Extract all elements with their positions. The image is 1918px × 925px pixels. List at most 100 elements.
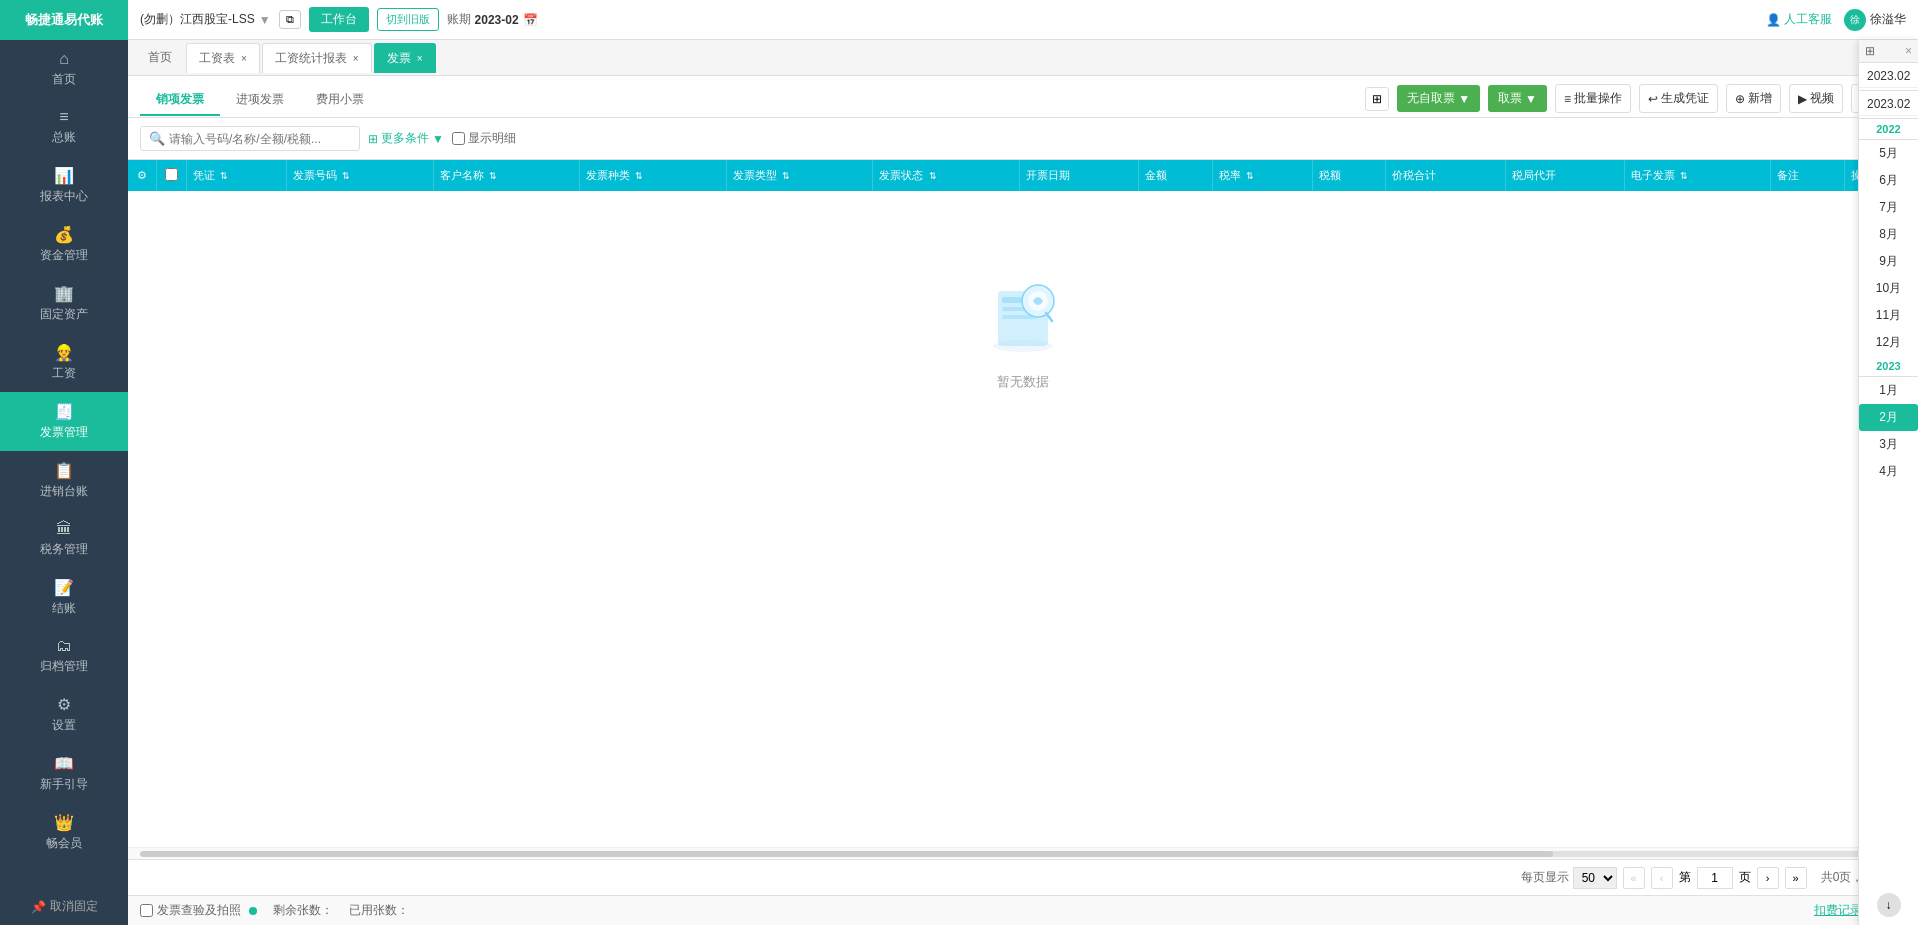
subtab-sales-invoice[interactable]: 销项发票	[140, 85, 220, 116]
tax-button[interactable]: 取票 ▼	[1488, 85, 1547, 112]
workspace-button[interactable]: 工作台	[309, 7, 369, 32]
gen-voucher-button[interactable]: ↩ 生成凭证	[1639, 84, 1718, 113]
month-2022-11[interactable]: 11月	[1859, 302, 1918, 329]
unpin-button[interactable]: 📌 取消固定	[0, 888, 128, 925]
sidebar-item-reports[interactable]: 📊 报表中心	[0, 156, 128, 215]
date-panel-scroll-down[interactable]: ↓	[1877, 893, 1901, 917]
date-panel-close-btn[interactable]: ×	[1905, 44, 1912, 58]
tab-payroll-label: 工资表	[199, 50, 235, 67]
sidebar-item-close[interactable]: 📝 结账	[0, 568, 128, 627]
invoice-category-sort-icon[interactable]: ⇅	[782, 171, 790, 181]
tax-rate-sort-icon[interactable]: ⇅	[1246, 171, 1254, 181]
show-detail-checkbox[interactable]	[452, 132, 465, 145]
invoice-check-label[interactable]: 发票查验及拍照	[140, 902, 257, 919]
batch-op-button[interactable]: ≡ 批量操作	[1555, 84, 1631, 113]
calendar-icon[interactable]: 📅	[523, 13, 538, 27]
sidebar-item-finance[interactable]: 💰 资金管理	[0, 215, 128, 274]
year-2022-label: 2022	[1859, 119, 1918, 140]
page-input[interactable]	[1697, 867, 1733, 889]
date-recent-2[interactable]: 2023.02	[1859, 91, 1918, 119]
col-settings[interactable]: ⚙	[128, 160, 156, 191]
sidebar-item-invoice[interactable]: 🧾 发票管理	[0, 392, 128, 451]
date-item-2[interactable]: 2023.02	[1859, 93, 1918, 116]
grid-view-button[interactable]: ⊞	[1365, 87, 1389, 111]
month-2023-3[interactable]: 3月	[1859, 431, 1918, 458]
company-selector[interactable]: (勿删）江西股宝-LSS ▼	[140, 11, 271, 28]
filter-label: 更多条件	[381, 130, 429, 147]
sidebar-item-assets[interactable]: 🏢 固定资产	[0, 274, 128, 333]
month-2023-4[interactable]: 4月	[1859, 458, 1918, 485]
invoice-check-checkbox[interactable]	[140, 904, 153, 917]
add-record-link[interactable]: 扣费记录	[1814, 902, 1862, 919]
per-page-select[interactable]: 50	[1573, 867, 1617, 889]
search-input[interactable]	[169, 132, 339, 146]
month-2022-12[interactable]: 12月	[1859, 329, 1918, 356]
month-2022-5[interactable]: 5月	[1859, 140, 1918, 167]
subtab-purchase-invoice[interactable]: 进项发票	[220, 85, 300, 116]
search-box[interactable]: 🔍	[140, 126, 360, 151]
tab-invoice[interactable]: 发票 ×	[374, 43, 436, 73]
voucher-sort-icon[interactable]: ⇅	[220, 171, 228, 181]
tab-invoice-close[interactable]: ×	[417, 53, 423, 64]
check-status-dot	[249, 907, 257, 915]
support-icon: 👤	[1766, 13, 1781, 27]
date-panel-expand-icon[interactable]: ⊞	[1865, 44, 1875, 58]
date-item-1[interactable]: 2023.02	[1859, 65, 1918, 88]
show-detail-label[interactable]: 显示明细	[452, 130, 516, 147]
first-page-btn[interactable]: «	[1623, 867, 1645, 889]
invoice-status-sort-icon[interactable]: ⇅	[929, 171, 937, 181]
new-icon: ⊕	[1735, 92, 1745, 106]
copy-button[interactable]: ⧉	[279, 10, 301, 29]
col-open-date: 开票日期	[1020, 160, 1139, 191]
month-2023-2[interactable]: 2月	[1859, 404, 1918, 431]
electronic-sort-icon[interactable]: ⇅	[1680, 171, 1688, 181]
tax-dropdown-icon: ▼	[1525, 92, 1537, 106]
subtab-bar: 销项发票 进项发票 费用小票 ⊞ 无自取票 ▼ 取票 ▼ ≡	[128, 76, 1918, 118]
tab-invoice-label: 发票	[387, 50, 411, 67]
new-button[interactable]: ⊕ 新增	[1726, 84, 1781, 113]
col-check[interactable]	[156, 160, 186, 191]
customer-sort-icon[interactable]: ⇅	[489, 171, 497, 181]
month-2022-6[interactable]: 6月	[1859, 167, 1918, 194]
sidebar-item-home[interactable]: ⌂ 首页	[0, 40, 128, 98]
video-icon: ▶	[1798, 92, 1807, 106]
col-tax-bureau: 税局代开	[1505, 160, 1624, 191]
tab-home[interactable]: 首页	[136, 43, 184, 72]
select-all-checkbox[interactable]	[165, 168, 178, 181]
sidebar-item-sales[interactable]: 📋 进销台账	[0, 451, 128, 510]
search-icon: 🔍	[149, 131, 165, 146]
company-name: (勿删）江西股宝-LSS	[140, 11, 255, 28]
sidebar-item-payroll[interactable]: 👷 工资	[0, 333, 128, 392]
no-tax-button[interactable]: 无自取票 ▼	[1397, 85, 1480, 112]
last-page-btn[interactable]: »	[1785, 867, 1807, 889]
topbar: (勿删）江西股宝-LSS ▼ ⧉ 工作台 切到旧版 账期 2023-02 📅 👤…	[128, 0, 1918, 40]
month-2023-1[interactable]: 1月	[1859, 377, 1918, 404]
tab-payroll-report[interactable]: 工资统计报表 ×	[262, 43, 372, 73]
invoice-no-sort-icon[interactable]: ⇅	[342, 171, 350, 181]
switch-version-button[interactable]: 切到旧版	[377, 8, 439, 31]
month-2022-7[interactable]: 7月	[1859, 194, 1918, 221]
horizontal-scrollbar[interactable]	[128, 847, 1918, 859]
sidebar-item-ledger[interactable]: ≡ 总账	[0, 98, 128, 156]
tab-payroll[interactable]: 工资表 ×	[186, 43, 260, 73]
tab-payroll-close[interactable]: ×	[241, 53, 247, 64]
sidebar-item-settings[interactable]: ⚙ 设置	[0, 685, 128, 744]
date-panel: ⊞ × 2023.02 2023.02 2022 5月 6月 7月 8月 9月 …	[1858, 40, 1918, 925]
more-filter-button[interactable]: ⊞ 更多条件 ▼	[368, 130, 444, 147]
support-btn[interactable]: 👤 人工客服	[1766, 11, 1832, 28]
date-recent-1[interactable]: 2023.02	[1859, 63, 1918, 91]
subtab-expense-receipt[interactable]: 费用小票	[300, 85, 380, 116]
invoice-type-sort-icon[interactable]: ⇅	[635, 171, 643, 181]
next-page-btn[interactable]: ›	[1757, 867, 1779, 889]
tax-label: 取票	[1498, 90, 1522, 107]
sidebar-item-archive[interactable]: 🗂 归档管理	[0, 627, 128, 685]
month-2022-10[interactable]: 10月	[1859, 275, 1918, 302]
prev-page-btn[interactable]: ‹	[1651, 867, 1673, 889]
sidebar-item-member[interactable]: 👑 畅会员	[0, 803, 128, 862]
sidebar-item-guide[interactable]: 📖 新手引导	[0, 744, 128, 803]
video-button[interactable]: ▶ 视频	[1789, 84, 1843, 113]
month-2022-9[interactable]: 9月	[1859, 248, 1918, 275]
sidebar-item-tax[interactable]: 🏛 税务管理	[0, 510, 128, 568]
month-2022-8[interactable]: 8月	[1859, 221, 1918, 248]
tab-payroll-report-close[interactable]: ×	[353, 53, 359, 64]
